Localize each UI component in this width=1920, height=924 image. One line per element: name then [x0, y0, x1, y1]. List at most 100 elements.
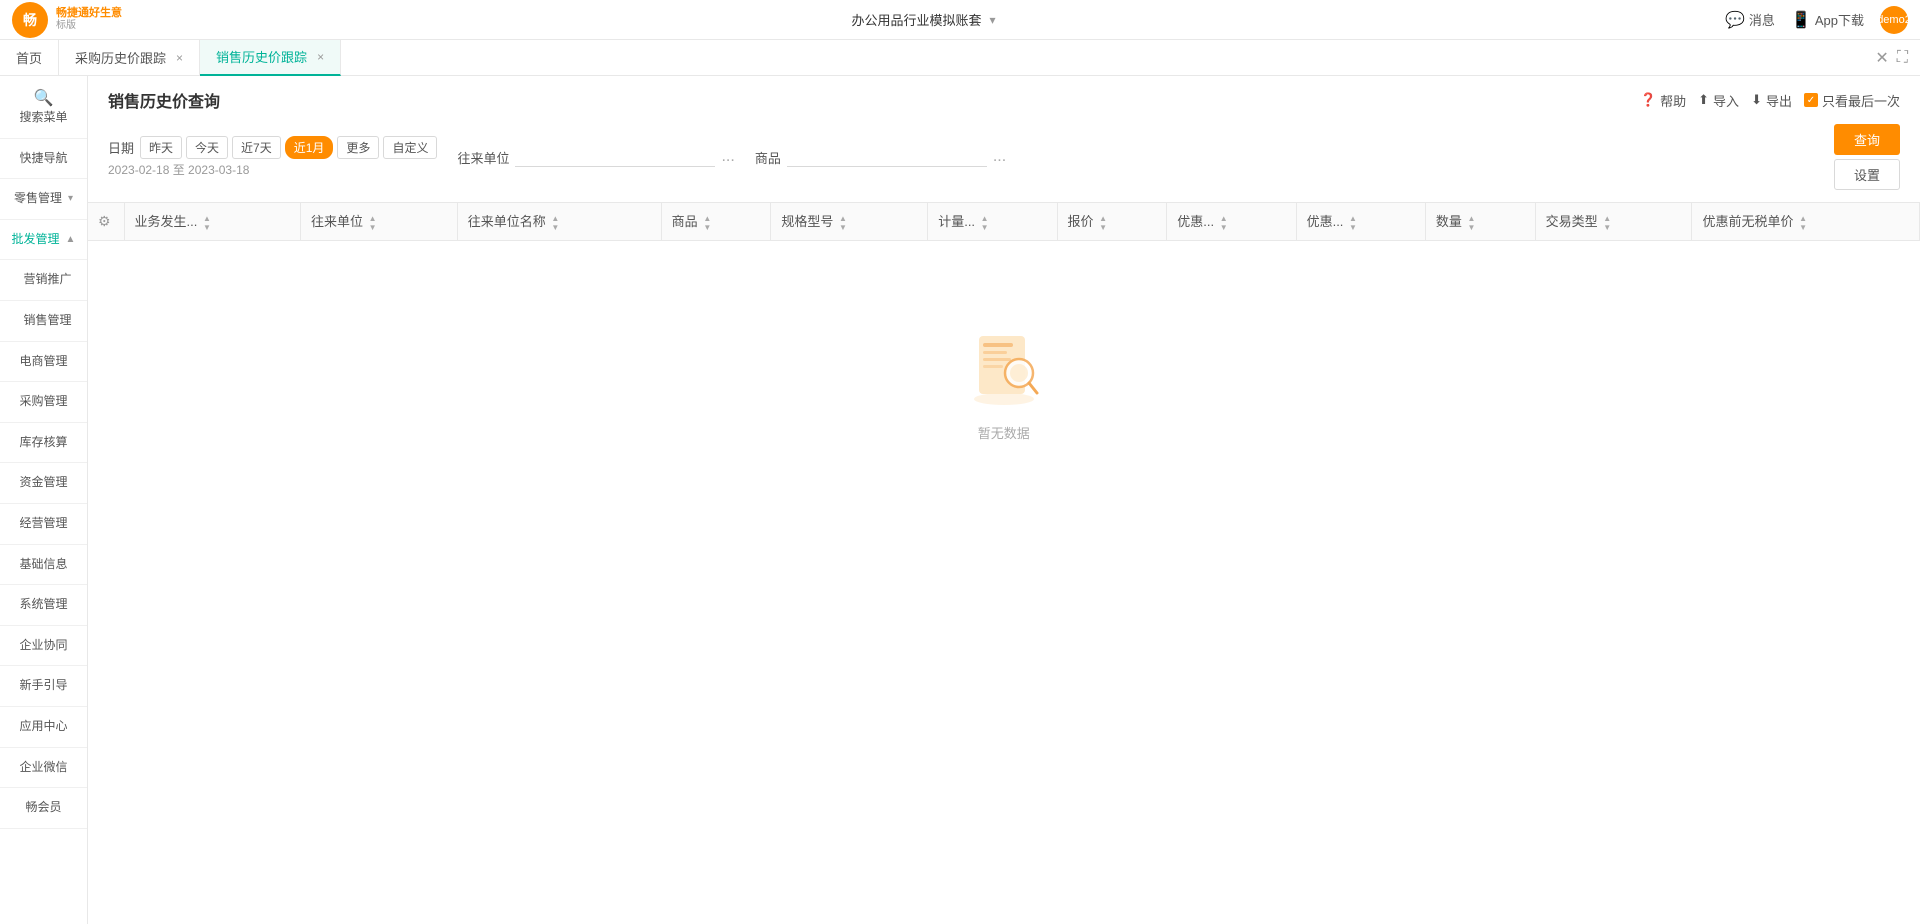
search-icon: 🔍 [34, 88, 54, 108]
th-qty[interactable]: 数量 ▲▼ [1425, 203, 1535, 240]
th-quote[interactable]: 报价 ▲▼ [1057, 203, 1167, 240]
sidebar-ecommerce-label: 电商管理 [19, 354, 67, 370]
sidebar-item-retail[interactable]: 零售管理 ▾ [0, 179, 87, 220]
logo: 畅 [12, 2, 48, 38]
goods-dots-btn[interactable]: ... [993, 148, 1006, 166]
sidebar-item-ecommerce[interactable]: 电商管理 [0, 342, 87, 383]
date-btn-group: 昨天 今天 近7天 近1月 更多 自定义 [140, 136, 437, 159]
workspace-arrow-icon: ▾ [989, 13, 995, 27]
sidebar-item-wholesale[interactable]: 批发管理 ▲ [0, 220, 87, 261]
app-name: 畅捷通好生意 [56, 7, 122, 20]
date-btn-yesterday[interactable]: 昨天 [140, 136, 182, 159]
th-counterpart-code[interactable]: 往来单位 ▲▼ [300, 203, 457, 240]
sidebar-item-sales-mgmt[interactable]: 销售管理 [0, 301, 87, 342]
th-unit[interactable]: 计量... ▲▼ [928, 203, 1057, 240]
th-discount1[interactable]: 优惠... ▲▼ [1167, 203, 1296, 240]
sidebar-wholesale-label: 批发管理 [12, 232, 60, 248]
goods-filter: 商品 ... [755, 147, 1006, 167]
sort-arrows-counterpart-name: ▲▼ [551, 214, 559, 232]
sidebar-system-label: 系统管理 [19, 597, 67, 613]
sidebar-item-finance[interactable]: 资金管理 [0, 463, 87, 504]
sidebar-app-center-label: 应用中心 [19, 719, 67, 735]
sidebar-basic-info-label: 基础信息 [19, 557, 67, 573]
th-discount2[interactable]: 优惠... ▲▼ [1296, 203, 1425, 240]
message-btn[interactable]: 💬 消息 [1725, 10, 1775, 30]
sidebar-item-search[interactable]: 🔍 搜索菜单 [0, 76, 87, 139]
date-btn-1month[interactable]: 近1月 [285, 136, 334, 159]
workspace-selector[interactable]: 办公用品行业模拟账套 ▾ [122, 10, 1725, 29]
counterpart-dots-btn[interactable]: ... [721, 148, 734, 166]
sort-arrows-qty: ▲▼ [1468, 214, 1476, 232]
query-button[interactable]: 查询 [1834, 124, 1900, 155]
tab-sales-history-label: 销售历史价跟踪 [216, 47, 307, 66]
sort-arrows-pretax-price: ▲▼ [1799, 214, 1807, 232]
sidebar-item-app-center[interactable]: 应用中心 [0, 707, 87, 748]
sidebar-item-corp-wechat[interactable]: 企业微信 [0, 748, 87, 789]
download-icon: 📱 [1791, 10, 1811, 30]
maximize-btn[interactable]: ⛶ [1897, 49, 1908, 67]
only-last-checkbox[interactable]: ✓ 只看最后一次 [1804, 91, 1900, 110]
counterpart-input[interactable] [515, 147, 715, 167]
sidebar-corp-wechat-label: 企业微信 [19, 760, 67, 776]
sidebar-finance-label: 资金管理 [19, 475, 67, 491]
sidebar-item-enterprise[interactable]: 企业协同 [0, 626, 87, 667]
th-counterpart-name[interactable]: 往来单位名称 ▲▼ [457, 203, 661, 240]
tab-sales-history[interactable]: 销售历史价跟踪 × [200, 40, 341, 76]
date-btn-7days[interactable]: 近7天 [232, 136, 281, 159]
app-download-btn[interactable]: 📱 App下载 [1791, 10, 1864, 30]
sort-arrows-unit: ▲▼ [981, 214, 989, 232]
sidebar: 🔍 搜索菜单 快捷导航 零售管理 ▾ 批发管理 ▲ 营销推广 销售管理 电商管理… [0, 76, 88, 924]
empty-illustration [959, 321, 1049, 411]
tab-sales-close-icon[interactable]: × [317, 50, 324, 64]
import-icon: ⬆ [1698, 92, 1709, 108]
sidebar-item-purchase[interactable]: 采购管理 [0, 382, 87, 423]
sort-arrows-discount2: ▲▼ [1349, 214, 1357, 232]
settings-button[interactable]: 设置 [1834, 159, 1900, 190]
th-trade-type[interactable]: 交易类型 ▲▼ [1535, 203, 1692, 240]
sidebar-item-operations[interactable]: 经营管理 [0, 504, 87, 545]
date-btn-today[interactable]: 今天 [186, 136, 228, 159]
th-biz-date[interactable]: 业务发生... ▲▼ [124, 203, 300, 240]
goods-input[interactable] [787, 147, 987, 167]
gear-settings-icon[interactable]: ⚙ [98, 213, 111, 229]
tabbar-actions: ✕ ⛶ [1875, 48, 1920, 68]
sidebar-item-inventory[interactable]: 库存核算 [0, 423, 87, 464]
data-table: ⚙ 业务发生... ▲▼ 往来单位 ▲▼ 往来单位名称 ▲▼ [88, 203, 1920, 522]
th-gear: ⚙ [88, 203, 124, 240]
sidebar-item-system[interactable]: 系统管理 [0, 585, 87, 626]
sidebar-marketing-label: 营销推广 [23, 272, 71, 288]
th-goods[interactable]: 商品 ▲▼ [661, 203, 771, 240]
export-btn[interactable]: ⬇ 导出 [1751, 91, 1792, 110]
checkbox-icon: ✓ [1804, 93, 1818, 107]
sidebar-item-basic-info[interactable]: 基础信息 [0, 545, 87, 586]
page-title: 销售历史价查询 [108, 88, 220, 112]
sidebar-item-quick-nav[interactable]: 快捷导航 [0, 139, 87, 180]
workspace-name: 办公用品行业模拟账套 [851, 10, 981, 29]
sort-arrows-goods: ▲▼ [703, 214, 711, 232]
th-pretax-price[interactable]: 优惠前无税单价 ▲▼ [1692, 203, 1920, 240]
tab-purchase-close-icon[interactable]: × [176, 51, 183, 65]
table-container: ⚙ 业务发生... ▲▼ 往来单位 ▲▼ 往来单位名称 ▲▼ [88, 203, 1920, 924]
goods-label: 商品 [755, 148, 781, 167]
tab-purchase-history[interactable]: 采购历史价跟踪 × [59, 40, 200, 76]
sort-arrows-biz-date: ▲▼ [203, 214, 211, 232]
empty-text: 暂无数据 [978, 423, 1030, 442]
sidebar-item-guide[interactable]: 新手引导 [0, 666, 87, 707]
user-profile[interactable]: demo2 [1880, 6, 1908, 34]
date-btn-custom[interactable]: 自定义 [383, 136, 437, 159]
th-spec[interactable]: 规格型号 ▲▼ [771, 203, 928, 240]
sidebar-item-member[interactable]: 畅会员 [0, 788, 87, 829]
export-icon: ⬇ [1751, 92, 1762, 108]
date-btn-more[interactable]: 更多 [337, 136, 379, 159]
help-btn[interactable]: ❓ 帮助 [1640, 91, 1686, 110]
table-header-row: ⚙ 业务发生... ▲▼ 往来单位 ▲▼ 往来单位名称 ▲▼ [88, 203, 1920, 240]
sidebar-operations-label: 经营管理 [19, 516, 67, 532]
date-label: 日期 [108, 138, 134, 157]
page-actions: ❓ 帮助 ⬆ 导入 ⬇ 导出 ✓ 只看最后一次 [1640, 91, 1900, 110]
sidebar-item-marketing[interactable]: 营销推广 [0, 260, 87, 301]
close-all-tabs-btn[interactable]: ✕ [1875, 48, 1888, 68]
tab-home[interactable]: 首页 [0, 40, 59, 76]
empty-state: 暂无数据 [88, 241, 1920, 522]
import-btn[interactable]: ⬆ 导入 [1698, 91, 1739, 110]
help-icon: ❓ [1640, 92, 1656, 108]
